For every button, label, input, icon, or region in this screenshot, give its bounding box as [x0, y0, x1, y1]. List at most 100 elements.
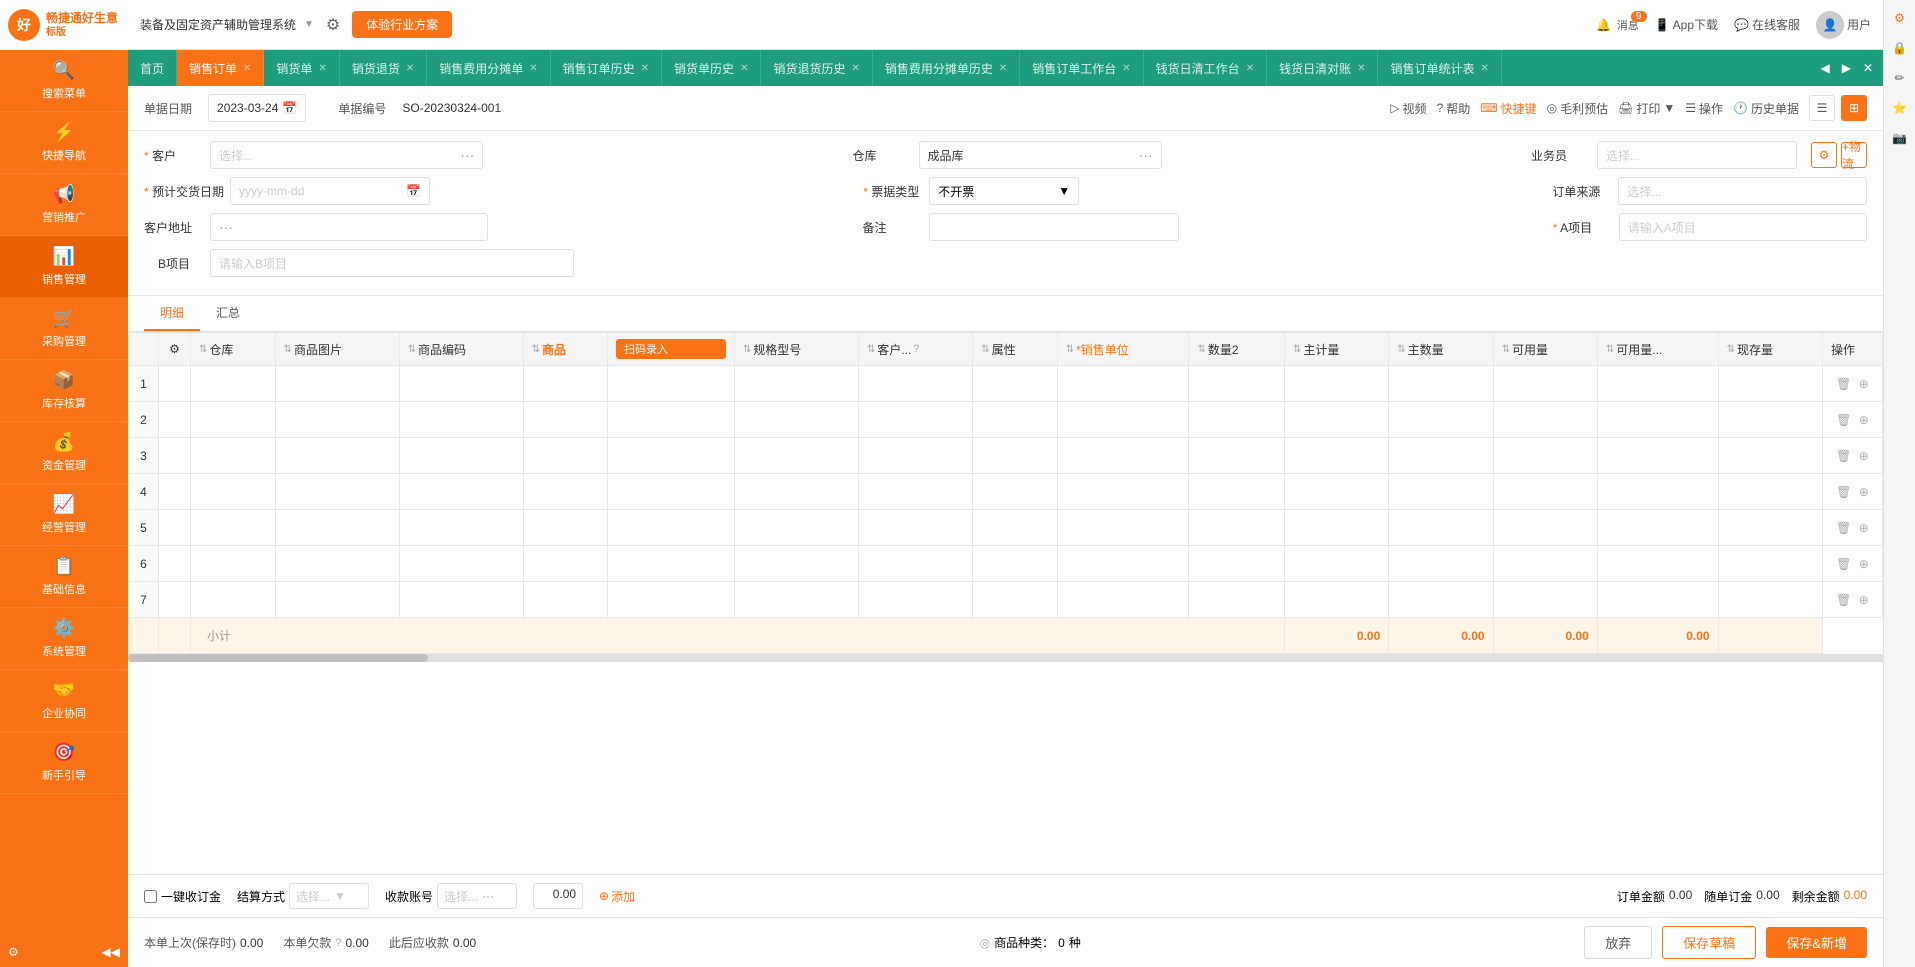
row-product[interactable]	[523, 546, 608, 582]
row-warehouse[interactable]	[191, 546, 276, 582]
delivery-date-input[interactable]: yyyy-mm-dd 📅	[230, 177, 430, 205]
order-source-input[interactable]: 选择...	[1618, 177, 1867, 205]
video-btn[interactable]: ▷ 视频	[1390, 100, 1426, 117]
row-unit[interactable]	[1057, 438, 1189, 474]
row-delete-btn[interactable]: 🗑	[1834, 591, 1853, 609]
tab-close-icon[interactable]: ✕	[641, 63, 649, 74]
tab-close-icon[interactable]: ✕	[406, 63, 414, 74]
row-warehouse[interactable]	[191, 510, 276, 546]
tab-close-icon[interactable]: ✕	[529, 63, 537, 74]
col-unit-header[interactable]: ⇅ *销售单位	[1057, 333, 1189, 366]
col-warehouse-header[interactable]: ⇅ 仓库	[191, 333, 276, 366]
row-sku[interactable]	[399, 582, 523, 618]
tab-home[interactable]: 首页	[128, 50, 177, 86]
settings-icon[interactable]: ⚙	[326, 15, 340, 35]
row-qty2[interactable]	[1189, 402, 1285, 438]
row-delete-btn[interactable]: 🗑	[1834, 375, 1853, 393]
profit-btn[interactable]: ◎ 毛利预估	[1547, 100, 1609, 117]
list-view-icon[interactable]: ☰	[1809, 95, 1835, 121]
tab-close-icon[interactable]: ✕	[318, 63, 326, 74]
customer-address-input[interactable]: ···	[210, 213, 488, 241]
tab-sales-invoice[interactable]: 销货单 ✕	[264, 50, 339, 86]
row-spec[interactable]	[734, 366, 858, 402]
warehouse-input[interactable]: 成品库 ···	[919, 141, 1162, 169]
tab-close-icon[interactable]: ✕	[740, 63, 748, 74]
add-button[interactable]: ⊕ 添加	[599, 888, 635, 905]
row-unit[interactable]	[1057, 546, 1189, 582]
col-attr-header[interactable]: ⇅ 属性	[973, 333, 1058, 366]
tab-close-icon[interactable]: ✕	[243, 63, 251, 74]
row-copy-btn[interactable]: ⊕	[1857, 555, 1871, 573]
row-product[interactable]	[523, 402, 608, 438]
row-qty2[interactable]	[1189, 582, 1285, 618]
row-warehouse[interactable]	[191, 366, 276, 402]
col-main-qty-header[interactable]: ⇅ 主数量	[1389, 333, 1493, 366]
col-product-header[interactable]: ⇅ 商品	[523, 333, 608, 366]
row-sku[interactable]	[399, 546, 523, 582]
row-main-qty[interactable]	[1389, 366, 1493, 402]
payment-method-select[interactable]: 选择... ▼	[289, 883, 369, 909]
right-panel-camera-icon[interactable]: 📷	[1886, 124, 1914, 152]
tab-invoice-history[interactable]: 销货单历史 ✕	[662, 50, 761, 86]
tab-detail[interactable]: 明细	[144, 296, 200, 331]
row-customer-code[interactable]	[858, 582, 972, 618]
row-product[interactable]	[523, 366, 608, 402]
row-attr[interactable]	[973, 474, 1058, 510]
sidebar-item-guide[interactable]: 🎯 新手引导	[0, 732, 128, 794]
save-new-button[interactable]: 保存&新增	[1766, 927, 1867, 958]
tab-summary[interactable]: 汇总	[200, 296, 256, 331]
tab-sales-fee[interactable]: 销售费用分摊单 ✕	[427, 50, 550, 86]
discard-button[interactable]: 放弃	[1584, 926, 1652, 959]
system-selector[interactable]: 装备及固定资产辅助管理系统 ▼	[140, 16, 314, 33]
one-click-checkbox-input[interactable]	[144, 890, 157, 903]
row-product[interactable]	[523, 582, 608, 618]
row-spec[interactable]	[734, 546, 858, 582]
tab-close-icon[interactable]: ✕	[999, 63, 1007, 74]
tab-fee-history[interactable]: 销售费用分摊单历史 ✕	[873, 50, 1020, 86]
row-customer-code[interactable]	[858, 510, 972, 546]
row-qty2[interactable]	[1189, 438, 1285, 474]
sidebar-item-sales[interactable]: 📊 销售管理	[0, 236, 128, 298]
row-unit[interactable]	[1057, 474, 1189, 510]
row-delete-btn[interactable]: 🗑	[1834, 447, 1853, 465]
row-copy-btn[interactable]: ⊕	[1857, 591, 1871, 609]
col-settings-header[interactable]: ⚙	[159, 333, 191, 366]
row-customer-code[interactable]	[858, 546, 972, 582]
row-unit[interactable]	[1057, 402, 1189, 438]
right-panel-lock-icon[interactable]: 🔒	[1886, 34, 1914, 62]
tab-next-icon[interactable]: ▶	[1838, 59, 1855, 77]
row-sku[interactable]	[399, 510, 523, 546]
row-spec[interactable]	[734, 474, 858, 510]
col-image-header[interactable]: ⇅ 商品图片	[275, 333, 399, 366]
row-copy-btn[interactable]: ⊕	[1857, 447, 1871, 465]
row-spec[interactable]	[734, 582, 858, 618]
sidebar-item-inventory[interactable]: 📦 库存核算	[0, 360, 128, 422]
right-panel-settings-icon[interactable]: ⚙	[1886, 4, 1914, 32]
tab-sales-order[interactable]: 销售订单 ✕	[177, 50, 264, 86]
app-download[interactable]: 📱 App下载	[1655, 16, 1718, 33]
row-attr[interactable]	[973, 510, 1058, 546]
sidebar-item-enterprise[interactable]: 🤝 企业协同	[0, 670, 128, 732]
row-spec[interactable]	[734, 510, 858, 546]
online-service[interactable]: 💬 在线客服	[1734, 16, 1800, 33]
row-spec[interactable]	[734, 402, 858, 438]
row-customer-code[interactable]	[858, 366, 972, 402]
customer-input[interactable]: 选择... ···	[210, 141, 483, 169]
sidebar-item-quicknav[interactable]: ⚡ 快捷导航	[0, 112, 128, 174]
tab-close-icon[interactable]: ✕	[1357, 63, 1365, 74]
tab-prev-icon[interactable]: ◀	[1816, 59, 1833, 77]
row-copy-btn[interactable]: ⊕	[1857, 519, 1871, 537]
sidebar-item-basic[interactable]: 📋 基础信息	[0, 546, 128, 608]
row-product[interactable]	[523, 474, 608, 510]
row-sku[interactable]	[399, 474, 523, 510]
row-attr[interactable]	[973, 546, 1058, 582]
a-project-input[interactable]: 请输入A项目	[1619, 213, 1867, 241]
sidebar-item-system[interactable]: ⚙️ 系统管理	[0, 608, 128, 670]
col-spec-header[interactable]: ⇅ 规格型号	[734, 333, 858, 366]
sidebar-item-marketing[interactable]: 📢 营销推广	[0, 174, 128, 236]
solution-button[interactable]: 体验行业方案	[352, 11, 452, 38]
row-unit[interactable]	[1057, 582, 1189, 618]
row-customer-code[interactable]	[858, 438, 972, 474]
invoice-type-select[interactable]: 不开票 ▼	[929, 177, 1079, 205]
row-main-qty[interactable]	[1389, 474, 1493, 510]
